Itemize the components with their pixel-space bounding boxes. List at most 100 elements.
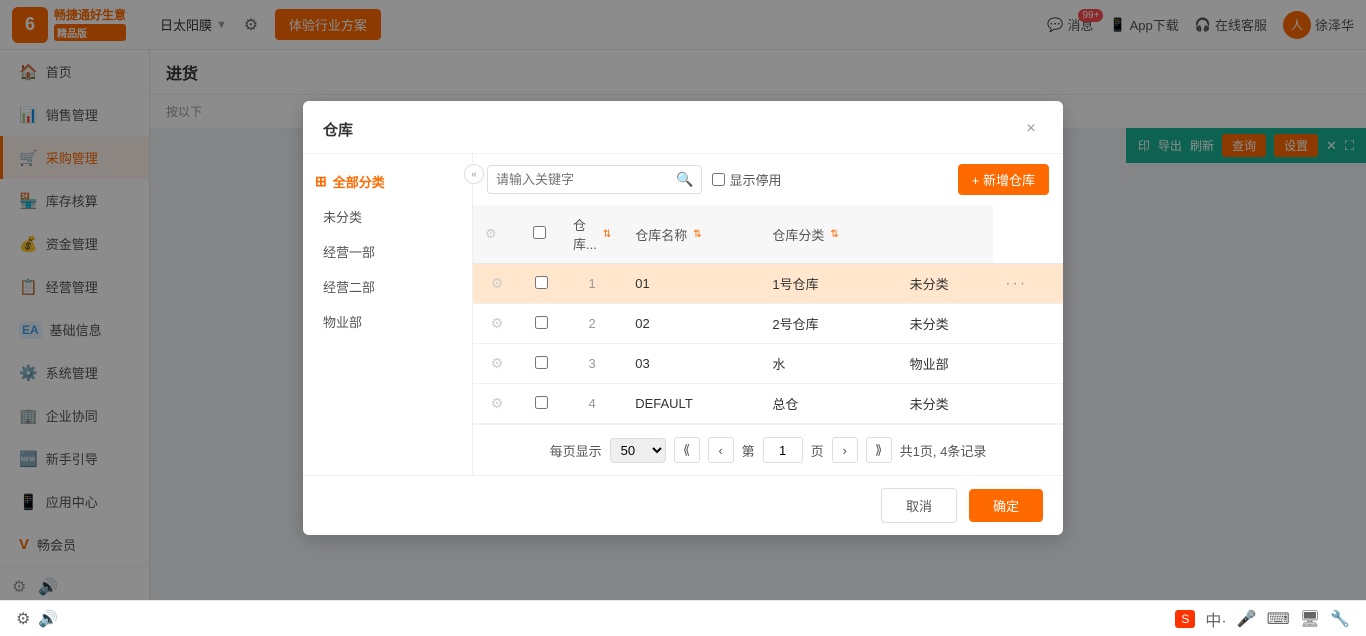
bottom-right: S 中· 🎤 ⌨ 🖥 🔧 xyxy=(1175,607,1350,631)
col-name-label: 仓库名称 xyxy=(635,225,687,244)
confirm-button[interactable]: 确定 xyxy=(969,489,1043,522)
row-name-2: 2号仓库 xyxy=(760,304,897,344)
category-all-label: 全部分类 xyxy=(333,172,385,191)
gear-header-icon[interactable]: ⚙ xyxy=(485,226,497,241)
row-name-3: 水 xyxy=(760,344,897,384)
monitor-icon[interactable]: 🖥 xyxy=(1300,609,1320,629)
tools-icon[interactable]: 🔧 xyxy=(1330,609,1350,629)
prev-page-button[interactable]: ‹ xyxy=(708,437,734,463)
page-number-input[interactable] xyxy=(763,437,803,463)
sort-category-icon: ⇅ xyxy=(830,229,838,240)
show-disabled-checkbox[interactable] xyxy=(712,173,725,186)
row-code-3: 03 xyxy=(623,344,760,384)
layout: 🏠 首页 📊 销售管理 🛒 采购管理 🏪 库存核算 💰 资金管理 📋 经营管理 … xyxy=(0,50,1366,636)
row-category-1: 未分类 xyxy=(898,264,994,304)
warehouse-table: ⚙ 仓库... ⇅ xyxy=(473,205,1063,424)
row-index-4: 4 xyxy=(561,384,623,424)
row-select-4[interactable] xyxy=(535,396,548,409)
row-select-3[interactable] xyxy=(535,356,548,369)
search-box: 🔍 xyxy=(487,165,702,194)
modal-header: 仓库 × xyxy=(303,101,1063,154)
table-toolbar: 🔍 显示停用 + 新增仓库 xyxy=(473,154,1063,205)
row-category-3: 物业部 xyxy=(898,344,994,384)
modal-footer: 取消 确定 xyxy=(303,475,1063,535)
keyboard-icon[interactable]: ⌨ xyxy=(1267,609,1290,629)
category-item-2[interactable]: 经营二部 xyxy=(303,269,472,304)
row-select-1[interactable] xyxy=(535,276,548,289)
table-row[interactable]: ⚙ 2 02 2号仓库 未分类 xyxy=(473,304,1063,344)
main-content: 首页 进货入库单 进货 按以下 印 导出 刷新 查询 设置 ✕ ⛶ xyxy=(150,50,1366,636)
category-sidebar: ⊞ 全部分类 « 未分类 经营一部 经营二部 物业部 xyxy=(303,154,473,475)
pagination: 每页显示 50 10 20 100 ⟪ ‹ 第 页 xyxy=(473,424,1063,475)
row-select-2[interactable] xyxy=(535,316,548,329)
table-row[interactable]: ⚙ 3 03 水 物业部 xyxy=(473,344,1063,384)
modal-overlay: 仓库 × ⊞ 全部分类 « 未分类 经营一部 经营二部 xyxy=(150,50,1366,636)
row-gear-3: ⚙ xyxy=(473,344,521,384)
row-gear-icon-2[interactable]: ⚙ xyxy=(491,315,504,331)
ime-label[interactable]: 中· xyxy=(1205,607,1226,631)
warehouse-modal: 仓库 × ⊞ 全部分类 « 未分类 经营一部 经营二部 xyxy=(303,101,1063,535)
row-name-4: 总仓 xyxy=(760,384,897,424)
row-checkbox-4 xyxy=(521,384,561,424)
col-code-header[interactable]: 仓库... ⇅ xyxy=(561,205,623,264)
select-all-checkbox[interactable] xyxy=(533,226,546,239)
modal-close-button[interactable]: × xyxy=(1019,117,1043,141)
row-more-2 xyxy=(993,304,1063,344)
row-gear-4: ⚙ xyxy=(473,384,521,424)
row-category-4: 未分类 xyxy=(898,384,994,424)
table-row[interactable]: ⚙ 1 01 1号仓库 未分类 xyxy=(473,264,1063,304)
per-page-label: 每页显示 xyxy=(550,441,602,460)
col-category-header[interactable]: 仓库分类 ⇅ xyxy=(760,205,897,264)
category-item-1[interactable]: 经营一部 xyxy=(303,234,472,269)
sogou-icon[interactable]: S xyxy=(1175,610,1195,628)
col-gear-header: ⚙ xyxy=(473,205,521,264)
search-input[interactable] xyxy=(488,167,668,192)
row-code-4: DEFAULT xyxy=(623,384,760,424)
per-page-select[interactable]: 50 10 20 100 xyxy=(610,438,666,463)
col-name-header[interactable]: 仓库名称 ⇅ xyxy=(623,205,760,264)
row-more-4 xyxy=(993,384,1063,424)
add-warehouse-button[interactable]: + 新增仓库 xyxy=(958,164,1049,195)
last-page-button[interactable]: ⟫ xyxy=(866,437,892,463)
row-more-1[interactable]: ··· xyxy=(993,264,1063,304)
category-all-header[interactable]: ⊞ 全部分类 xyxy=(303,164,472,199)
bottom-bar: ⚙ 🔊 S 中· 🎤 ⌨ 🖥 🔧 xyxy=(0,600,1366,636)
row-index-2: 2 xyxy=(561,304,623,344)
next-page-button[interactable]: › xyxy=(832,437,858,463)
bottom-audio-icon[interactable]: 🔊 xyxy=(38,609,58,629)
category-item-3[interactable]: 物业部 xyxy=(303,304,472,339)
page-suffix-label: 页 xyxy=(811,441,824,460)
category-collapse-button[interactable]: « xyxy=(464,164,484,184)
bottom-left: ⚙ 🔊 xyxy=(16,609,58,629)
modal-title: 仓库 xyxy=(323,119,353,140)
row-code-2: 02 xyxy=(623,304,760,344)
row-code-1: 01 xyxy=(623,264,760,304)
row-index-1: 1 xyxy=(561,264,623,304)
show-disabled-label[interactable]: 显示停用 xyxy=(712,170,781,189)
col-checkbox-header xyxy=(521,205,561,264)
modal-body: ⊞ 全部分类 « 未分类 经营一部 经营二部 物业部 xyxy=(303,154,1063,475)
cancel-button[interactable]: 取消 xyxy=(881,488,957,523)
row-gear-icon-3[interactable]: ⚙ xyxy=(491,355,504,371)
mic-icon[interactable]: 🎤 xyxy=(1237,609,1257,629)
table-area: 🔍 显示停用 + 新增仓库 xyxy=(473,154,1063,475)
search-button[interactable]: 🔍 xyxy=(668,166,701,193)
row-gear-icon-4[interactable]: ⚙ xyxy=(491,395,504,411)
category-item-0[interactable]: 未分类 xyxy=(303,199,472,234)
row-gear-icon-1[interactable]: ⚙ xyxy=(491,275,504,291)
row-name-1: 1号仓库 xyxy=(760,264,897,304)
show-disabled-text: 显示停用 xyxy=(729,170,781,189)
table-row[interactable]: ⚙ 4 DEFAULT 总仓 未分类 xyxy=(473,384,1063,424)
row-checkbox-2 xyxy=(521,304,561,344)
bottom-settings-icon[interactable]: ⚙ xyxy=(16,609,30,629)
row-index-3: 3 xyxy=(561,344,623,384)
row-checkbox-1 xyxy=(521,264,561,304)
row-gear-2: ⚙ xyxy=(473,304,521,344)
sort-name-icon: ⇅ xyxy=(693,229,701,240)
first-page-button[interactable]: ⟪ xyxy=(674,437,700,463)
sort-code-icon: ⇅ xyxy=(603,229,611,240)
row-checkbox-3 xyxy=(521,344,561,384)
page-prefix-label: 第 xyxy=(742,441,755,460)
row-more-3 xyxy=(993,344,1063,384)
row-gear-1: ⚙ xyxy=(473,264,521,304)
